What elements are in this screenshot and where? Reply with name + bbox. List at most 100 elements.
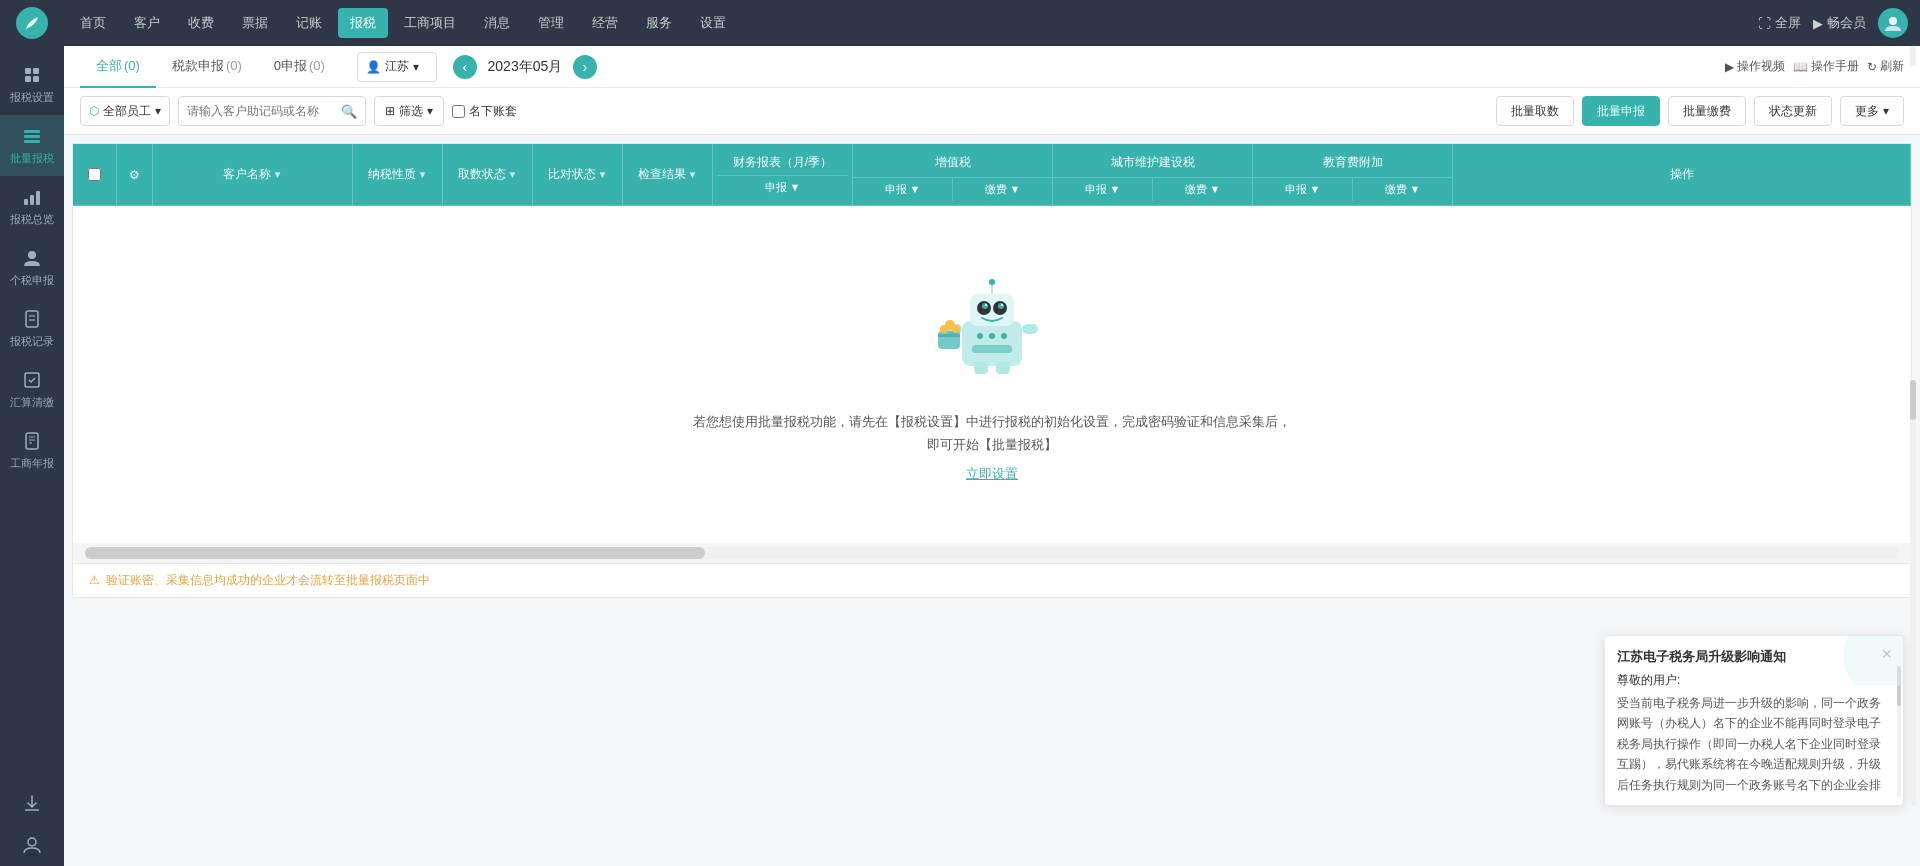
nav-item-home[interactable]: 首页	[68, 8, 118, 38]
th-client-name: 客户名称 ▼	[153, 144, 353, 206]
sidebar-item-tax-overview[interactable]: 报税总览	[0, 176, 64, 237]
empty-robot-image	[932, 266, 1052, 386]
batch-pay-button[interactable]: 批量缴费	[1668, 96, 1746, 126]
sidebar-item-user[interactable]	[0, 824, 64, 866]
svg-rect-10	[36, 191, 40, 205]
batch-fetch-button[interactable]: 批量取数	[1496, 96, 1574, 126]
warning-icon: ⚠	[89, 573, 100, 587]
sort-edu-declare-icon[interactable]: ▼	[1310, 183, 1321, 195]
setup-link[interactable]: 立即设置	[966, 465, 1018, 483]
sort-compare-icon[interactable]: ▼	[598, 169, 608, 180]
tab-zero-declare[interactable]: 0申报(0)	[258, 46, 341, 88]
svg-point-29	[1001, 304, 1003, 306]
svg-point-28	[985, 304, 987, 306]
sidebar-item-tax-records[interactable]: 报税记录	[0, 298, 64, 359]
sort-check-icon[interactable]: ▼	[688, 169, 698, 180]
sidebar-item-tax-settings[interactable]: 报税设置	[0, 54, 64, 115]
sort-fetch-icon[interactable]: ▼	[508, 169, 518, 180]
svg-point-21	[28, 838, 36, 846]
th-edu-group: 教育费附加 申报 ▼ 缴费 ▼	[1253, 144, 1453, 206]
svg-rect-34	[938, 331, 960, 349]
current-month: 2023年05月	[485, 58, 565, 76]
status-update-button[interactable]: 状态更新	[1754, 96, 1832, 126]
horizontal-scrollbar-track[interactable]	[85, 547, 1899, 559]
page-scrollbar-thumb[interactable]	[1910, 380, 1916, 420]
sort-vat-pay-icon[interactable]: ▼	[1010, 183, 1021, 195]
warning-text: 验证账密、采集信息均成功的企业才会流转至批量报税页面中	[106, 572, 430, 589]
subaccounts-checkbox-label[interactable]: 名下账套	[452, 103, 517, 120]
sort-fin-icon[interactable]: ▼	[790, 181, 801, 193]
sort-vat-declare-icon[interactable]: ▼	[910, 183, 921, 195]
manual-action[interactable]: 📖 操作手册	[1793, 58, 1859, 75]
tab-tax-declare[interactable]: 税款申报(0)	[156, 46, 258, 88]
sidebar-item-annual-settlement[interactable]: 汇算清缴	[0, 359, 64, 420]
user-avatar[interactable]	[1878, 8, 1908, 38]
more-chevron-icon: ▾	[1883, 104, 1889, 118]
nav-item-bookkeeping[interactable]: 记账	[284, 8, 334, 38]
sort-name-icon[interactable]: ▼	[273, 169, 283, 180]
next-month-button[interactable]: ›	[573, 55, 597, 79]
app-logo[interactable]	[12, 3, 52, 43]
sidebar-item-batch-tax[interactable]: 批量报税	[0, 115, 64, 176]
svg-point-0	[1889, 17, 1897, 25]
sort-taxtype-icon[interactable]: ▼	[418, 169, 428, 180]
sidebar-item-annual-report[interactable]: 工商年报	[0, 420, 64, 481]
member-label: 畅会员	[1827, 14, 1866, 32]
nav-item-invoice[interactable]: 票据	[230, 8, 280, 38]
refresh-action[interactable]: ↻ 刷新	[1867, 58, 1904, 75]
more-button[interactable]: 更多 ▾	[1840, 96, 1904, 126]
notification-close-button[interactable]: ✕	[1881, 646, 1893, 662]
svg-rect-4	[33, 76, 39, 82]
nav-item-service[interactable]: 服务	[634, 8, 684, 38]
sidebar-item-download[interactable]	[0, 782, 64, 824]
svg-rect-33	[1022, 324, 1038, 334]
bottom-scrollbar-area[interactable]	[73, 543, 1911, 563]
video-action[interactable]: ▶ 操作视频	[1725, 58, 1785, 75]
sort-city-declare-icon[interactable]: ▼	[1110, 183, 1121, 195]
download-icon	[21, 792, 43, 814]
search-icon[interactable]: 🔍	[341, 104, 357, 119]
filter-button[interactable]: ⊞ 筛选 ▾	[374, 96, 444, 126]
prev-month-button[interactable]: ‹	[453, 55, 477, 79]
sort-edu-pay-icon[interactable]: ▼	[1410, 183, 1421, 195]
nav-item-operation[interactable]: 经营	[580, 8, 630, 38]
select-all-checkbox[interactable]	[88, 168, 101, 181]
nav-item-manage[interactable]: 管理	[526, 8, 576, 38]
tabs-right-actions: ▶ 操作视频 📖 操作手册 ↻ 刷新	[1725, 58, 1904, 75]
nav-item-tax[interactable]: 报税	[338, 8, 388, 38]
nav-item-settings[interactable]: 设置	[688, 8, 738, 38]
nav-item-bizproject[interactable]: 工商项目	[392, 8, 468, 38]
chevron-down-icon: ▾	[155, 104, 161, 118]
region-label: 江苏	[385, 58, 409, 75]
notification-greeting: 尊敬的用户:	[1617, 672, 1891, 689]
search-input[interactable]	[187, 104, 337, 118]
notification-scrollbar-thumb[interactable]	[1897, 666, 1901, 706]
svg-point-38	[952, 325, 960, 333]
svg-rect-9	[30, 195, 34, 205]
top-navigation: 首页 客户 收费 票据 记账 报税 工商项目 消息 管理 经营 服务 设置 ⛶ …	[0, 0, 1920, 46]
nav-item-message[interactable]: 消息	[472, 8, 522, 38]
th-tax-type: 纳税性质 ▼	[353, 144, 443, 206]
svg-rect-5	[24, 130, 40, 133]
th-fetch-status: 取数状态 ▼	[443, 144, 533, 206]
month-navigation: ‹ 2023年05月 ›	[453, 55, 597, 79]
th-vat-group: 增值税 申报 ▼ 缴费 ▼	[853, 144, 1053, 206]
fullscreen-icon: ⛶	[1758, 16, 1771, 31]
employee-select[interactable]: ⬡ 全部员工 ▾	[80, 96, 170, 126]
subaccounts-checkbox[interactable]	[452, 105, 465, 118]
region-selector[interactable]: 👤 江苏 ▾	[357, 52, 437, 82]
batch-declare-button[interactable]: 批量申报	[1582, 96, 1660, 126]
member-button[interactable]: ▶ 畅会员	[1813, 14, 1866, 32]
tab-all[interactable]: 全部(0)	[80, 46, 156, 88]
horizontal-scrollbar-thumb[interactable]	[85, 547, 705, 559]
notification-scrollbar[interactable]	[1897, 666, 1901, 797]
logo-icon	[16, 7, 48, 39]
sort-city-pay-icon[interactable]: ▼	[1210, 183, 1221, 195]
page-vertical-scrollbar[interactable]	[1910, 380, 1916, 806]
settings-icon[interactable]: ⚙	[129, 168, 140, 182]
nav-item-fee[interactable]: 收费	[176, 8, 226, 38]
nav-item-client[interactable]: 客户	[122, 8, 172, 38]
fullscreen-button[interactable]: ⛶ 全屏	[1758, 14, 1801, 32]
sidebar-item-personal-tax[interactable]: 个税申报	[0, 237, 64, 298]
filter-icon: ⊞	[385, 104, 395, 118]
